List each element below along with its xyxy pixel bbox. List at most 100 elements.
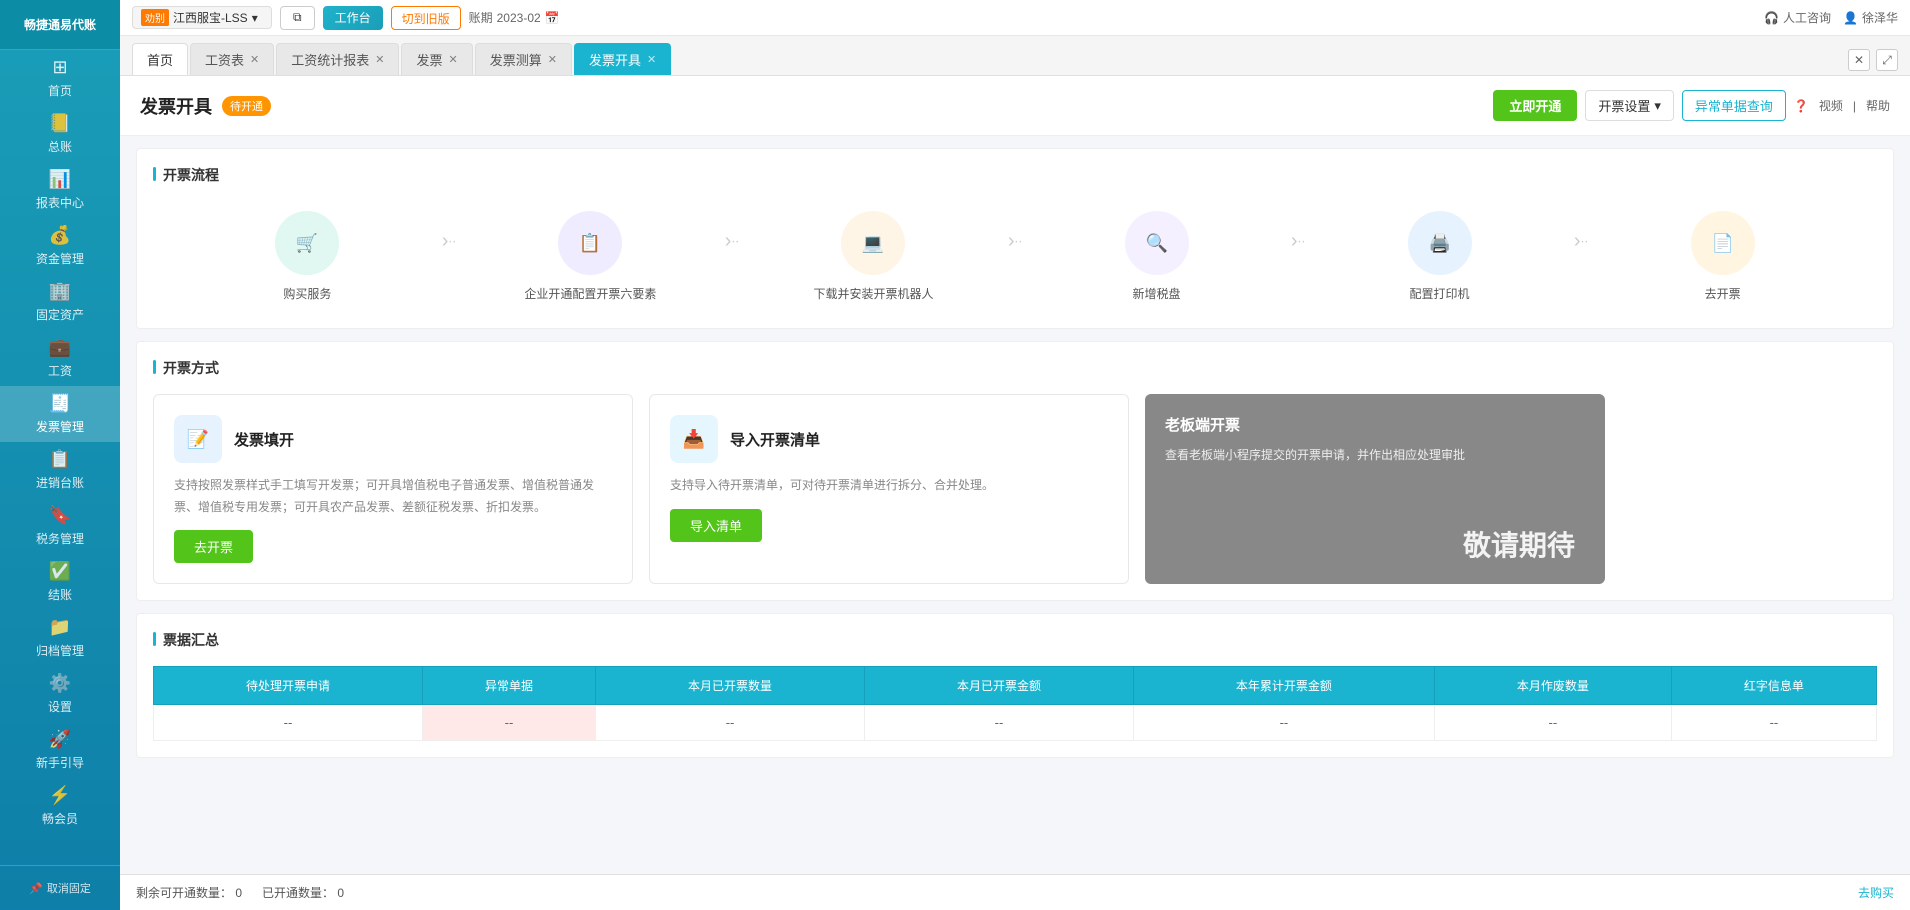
tab-salary-close[interactable]: ✕ [250,53,259,66]
sidebar-item-ledger[interactable]: 📒 总账 [0,106,120,162]
dots-3: ‧‧ [1015,235,1023,279]
step-config-printer-icon: 🖨️ [1408,211,1472,275]
company-tag: 劝别 [141,9,169,26]
summary-data-row: -- -- -- -- -- -- -- [154,705,1877,741]
arrow-2: › [725,230,732,283]
svg-text:📥: 📥 [683,428,705,449]
step-issue-invoice[interactable]: 📄 去开票 [1588,211,1857,302]
main-area: 劝别 江西服宝-LSS ▾ ⧉ 工作台 切到旧版 账期 2023-02 📅 🎧 … [120,0,1910,910]
sidebar-item-label: 畅会员 [42,810,78,827]
step-enterprise-config[interactable]: 📋 企业开通配置开票六要素 [456,211,725,302]
manual-fill-button[interactable]: 去开票 [174,530,253,563]
col-monthly-count: 本月已开票数量 [596,667,865,705]
sidebar-item-archive[interactable]: 📁 归档管理 [0,610,120,666]
page-content: 发票开具 待开通 立即开通 开票设置 ▾ 异常单据查询 ❓ 视频 | 帮助 [120,76,1910,874]
open-settings-button[interactable]: 开票设置 ▾ [1585,90,1674,121]
tab-salary[interactable]: 工资表 ✕ [190,43,274,75]
manual-fill-card: 📝 发票填开 支持按照发票样式手工填写开发票；可开具增值税电子普通发票、增值税普… [153,394,633,584]
ledger-icon: 📒 [49,113,71,134]
remaining-text: 剩余可开通数量： [136,886,232,900]
svg-text:📋: 📋 [579,232,601,253]
sidebar-item-settings[interactable]: ⚙️ 设置 [0,666,120,722]
tab-invoice-close[interactable]: ✕ [449,53,458,66]
tab-close-all[interactable]: ✕ [1848,49,1870,71]
sidebar-bottom: 📌 取消固定 [0,865,120,910]
unpin-button[interactable]: 📌 取消固定 [0,874,120,902]
sidebar-item-label: 结账 [48,586,72,603]
dots-4: ‧‧ [1298,235,1306,279]
abnormal-query-button[interactable]: 异常单据查询 [1682,90,1786,121]
member-icon: ⚡ [49,785,71,806]
service-button[interactable]: 🎧 人工咨询 [1764,9,1831,26]
val-abnormal: -- [422,705,595,741]
manual-fill-desc: 支持按照发票样式手工填写开发票；可开具增值税电子普通发票、增值税普通发票、增值税… [174,475,612,518]
tab-home[interactable]: 首页 [132,43,188,75]
old-terminal-card: 老板端开票 查看老板端小程序提交的开票申请，并作出相应处理审批 敬请期待 [1145,394,1605,584]
val-monthly-count: -- [596,705,865,741]
tab-expand[interactable]: ⤢ [1876,49,1898,71]
sidebar-item-label: 进销台账 [36,474,84,491]
tab-invoice-open-close[interactable]: ✕ [647,53,656,66]
sidebar-item-settlement[interactable]: ✅ 结账 [0,554,120,610]
purchase-link[interactable]: 去购买 [1858,884,1894,901]
sidebar-item-funds[interactable]: 💰 资金管理 [0,218,120,274]
summary-title: 票据汇总 [153,630,1877,650]
tab-invoice-open-label: 发票开具 [589,50,641,69]
workspace-button[interactable]: 工作台 [323,6,383,30]
step-issue-invoice-label: 去开票 [1705,285,1741,302]
summary-table: 待处理开票申请 异常单据 本月已开票数量 本月已开票金额 本年累计开票金额 本月… [153,666,1877,741]
help-icon: ❓ [1794,99,1809,113]
import-list-header: 📥 导入开票清单 [670,415,1108,463]
sidebar-item-home[interactable]: ⊞ 首页 [0,50,120,106]
funds-icon: 💰 [49,225,71,246]
tax-icon: 🔖 [49,505,71,526]
col-pending: 待处理开票申请 [154,667,423,705]
col-red-info: 红字信息单 [1671,667,1876,705]
sidebar-item-salary[interactable]: 💼 工资 [0,330,120,386]
sidebar-item-member[interactable]: ⚡ 畅会员 [0,778,120,834]
tab-salary-stats[interactable]: 工资统计报表 ✕ [276,43,399,75]
step-enterprise-config-label: 企业开通配置开票六要素 [524,285,656,302]
sidebar-item-label: 发票管理 [36,418,84,435]
sidebar-item-tax[interactable]: 🔖 税务管理 [0,498,120,554]
tab-salary-stats-close[interactable]: ✕ [375,53,384,66]
process-title: 开票流程 [153,165,1877,185]
tab-home-label: 首页 [147,50,173,69]
sidebar-item-guide[interactable]: 🚀 新手引导 [0,722,120,778]
guide-icon: 🚀 [49,729,71,750]
opened-label: 已开通数量： 0 [262,884,344,901]
sidebar-item-assets[interactable]: 🏢 固定资产 [0,274,120,330]
step-download-robot[interactable]: 💻 下载并安装开票机器人 [739,211,1008,302]
step-config-printer-label: 配置打印机 [1410,285,1470,302]
company-selector[interactable]: 劝别 江西服宝-LSS ▾ [132,6,272,29]
sidebar-item-label: 资金管理 [36,250,84,267]
switch-old-button[interactable]: 切到旧版 [391,6,461,30]
tab-invoice[interactable]: 发票 ✕ [401,43,472,75]
tab-invoice-open[interactable]: 发票开具 ✕ [574,43,671,75]
tab-invoice-calc-close[interactable]: ✕ [548,53,557,66]
page-title-row: 发票开具 待开通 [140,93,271,119]
import-list-button[interactable]: 导入清单 [670,509,762,542]
invoice-methods-section: 开票方式 📝 发票填开 支持按照发票样式手工填写开发票；可开具增值税电子普通发票 [136,341,1894,601]
sidebar-item-purchase-sales[interactable]: 📋 进销台账 [0,442,120,498]
step-add-taxboard[interactable]: 🔍 新增税盘 [1022,211,1291,302]
assets-icon: 🏢 [49,281,71,302]
sidebar-item-label: 归档管理 [36,642,84,659]
invoice-methods-list: 📝 发票填开 支持按照发票样式手工填写开发票；可开具增值税电子普通发票、增值税普… [153,394,1877,584]
app-name: 畅捷通易代账 [24,16,96,33]
remaining-value: 0 [235,886,242,900]
tab-invoice-calc[interactable]: 发票测算 ✕ [475,43,572,75]
sidebar-item-reports[interactable]: 📊 报表中心 [0,162,120,218]
step-buy-service[interactable]: 🛒 购买服务 [173,211,442,302]
copy-button[interactable]: ⧉ [280,6,315,30]
step-config-printer[interactable]: 🖨️ 配置打印机 [1305,211,1574,302]
manual-fill-icon: 📝 [174,415,222,463]
archive-icon: 📁 [49,617,71,638]
sidebar-item-invoice-mgmt[interactable]: 🧾 发票管理 [0,386,120,442]
user-area[interactable]: 👤 徐泽华 [1843,9,1898,26]
coming-soon-text: 敬请期待 [1463,524,1575,564]
home-icon: ⊞ [52,57,67,78]
step-add-taxboard-label: 新增税盘 [1133,285,1181,302]
help-area: ❓ 视频 | 帮助 [1794,97,1890,114]
immediate-open-button[interactable]: 立即开通 [1493,90,1577,121]
